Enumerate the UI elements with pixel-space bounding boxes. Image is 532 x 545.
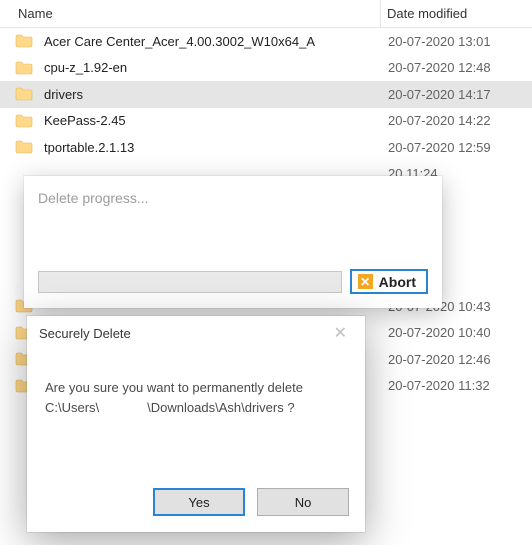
- dialog-title: Securely Delete: [39, 326, 131, 341]
- file-row[interactable]: drivers20-07-2020 14:17: [0, 81, 532, 108]
- file-date: 20-07-2020 13:01: [380, 34, 532, 49]
- folder-icon: [14, 87, 34, 101]
- file-row[interactable]: Acer Care Center_Acer_4.00.3002_W10x64_A…: [0, 28, 532, 55]
- path-prefix: C:\Users\: [45, 400, 99, 415]
- file-date: 20-07-2020 12:48: [380, 60, 532, 75]
- path-suffix: \Downloads\Ash\drivers ?: [147, 400, 294, 415]
- delete-progress-dialog: Delete progress... ✕ Abort: [24, 176, 442, 308]
- file-name: tportable.2.1.13: [44, 140, 380, 155]
- progress-bar: [38, 271, 342, 293]
- folder-icon: [14, 140, 34, 154]
- file-row[interactable]: KeePass-2.4520-07-2020 14:22: [0, 108, 532, 135]
- file-name: Acer Care Center_Acer_4.00.3002_W10x64_A: [44, 34, 380, 49]
- file-date: 20-07-2020 10:40: [380, 325, 532, 340]
- file-name: KeePass-2.45: [44, 113, 380, 128]
- file-date: 20-07-2020 14:17: [380, 87, 532, 102]
- folder-icon: [14, 61, 34, 75]
- file-date: 20-07-2020 12:59: [380, 140, 532, 155]
- file-date: 20-07-2020 11:32: [380, 378, 532, 393]
- dialog-button-row: Yes No: [153, 488, 349, 516]
- delete-progress-title: Delete progress...: [38, 190, 428, 206]
- file-name: cpu-z_1.92-en: [44, 60, 380, 75]
- column-header-name[interactable]: Name: [0, 6, 380, 21]
- secure-delete-dialog: Securely Delete ✕ Are you sure you want …: [27, 316, 365, 532]
- file-name: drivers: [44, 87, 380, 102]
- dialog-body: Are you sure you want to permanently del…: [27, 350, 365, 417]
- abort-button-label: Abort: [379, 274, 416, 290]
- abort-x-icon: ✕: [358, 274, 373, 289]
- progress-row: ✕ Abort: [38, 269, 428, 294]
- close-icon[interactable]: ✕: [328, 321, 353, 345]
- no-button[interactable]: No: [257, 488, 349, 516]
- redacted-username: [99, 402, 147, 415]
- file-date: 20-07-2020 12:46: [380, 352, 532, 367]
- dialog-message-path: C:\Users\ \Downloads\Ash\drivers ?: [45, 398, 347, 418]
- folder-icon: [14, 34, 34, 48]
- folder-icon: [14, 114, 34, 128]
- column-header-row: Name Date modified: [0, 0, 532, 28]
- abort-button[interactable]: ✕ Abort: [350, 269, 428, 294]
- column-header-date[interactable]: Date modified: [380, 0, 532, 27]
- file-row[interactable]: tportable.2.1.1320-07-2020 12:59: [0, 134, 532, 161]
- file-date: 20-07-2020 14:22: [380, 113, 532, 128]
- dialog-message-line1: Are you sure you want to permanently del…: [45, 378, 347, 398]
- file-row[interactable]: cpu-z_1.92-en20-07-2020 12:48: [0, 55, 532, 82]
- yes-button[interactable]: Yes: [153, 488, 245, 516]
- dialog-titlebar: Securely Delete ✕: [27, 316, 365, 350]
